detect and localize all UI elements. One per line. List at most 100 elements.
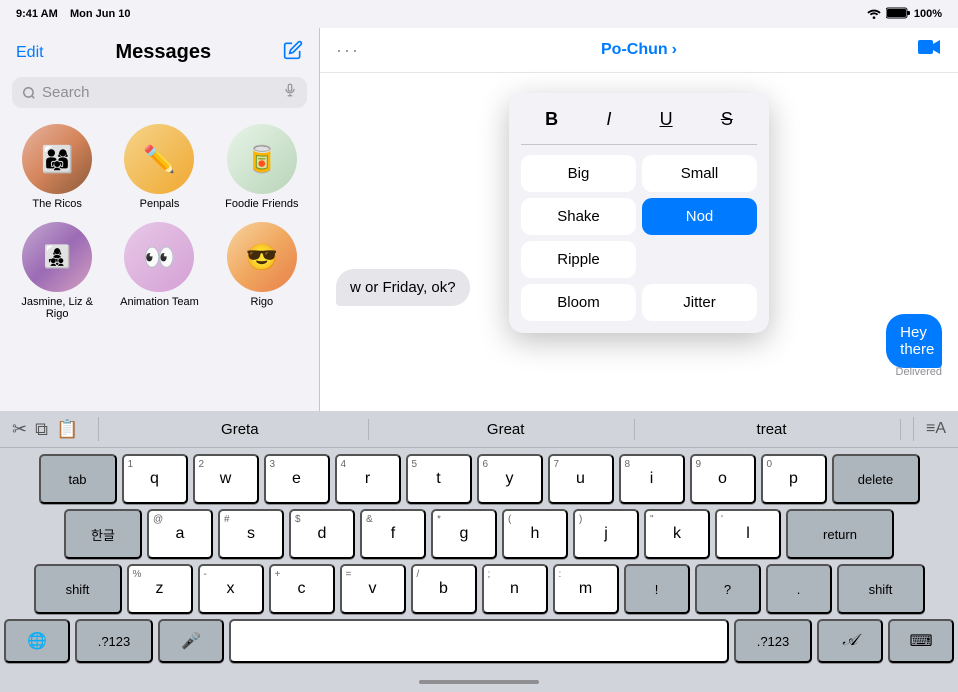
conv-name-penpals: Penpals (140, 198, 180, 210)
w-key[interactable]: 2w (193, 454, 259, 504)
num123-key[interactable]: .?123 (75, 619, 153, 663)
format-bloom-button[interactable]: Bloom (521, 284, 636, 321)
b-key[interactable]: /b (411, 564, 477, 614)
autocomplete-greta[interactable]: Greta (111, 419, 369, 440)
format-empty-button (642, 241, 757, 278)
format-text-icon[interactable]: ≡A (926, 420, 946, 438)
scribble-key[interactable]: 𝒜 (817, 619, 883, 663)
format-jitter-button[interactable]: Jitter (642, 284, 757, 321)
keyboard-row-2: 한글 @a #s $d &f *g (h )j "k 'l return (4, 509, 954, 559)
italic-icon[interactable]: I (598, 105, 619, 134)
y-key[interactable]: 6y (477, 454, 543, 504)
space-key[interactable] (229, 619, 729, 663)
cut-icon[interactable]: ✂ (12, 419, 27, 440)
question-key[interactable]: ? (695, 564, 761, 614)
avatar-foodie: 🥫 (227, 124, 297, 194)
conv-item-jasmine[interactable]: 👩‍👧‍👦 Jasmine, Liz & Rigo (12, 222, 102, 320)
battery-percent: 100% (914, 8, 942, 20)
chat-contact[interactable]: Po-Chun › (601, 41, 677, 59)
conv-item-ricos[interactable]: 👨‍👩‍👧 The Ricos (12, 124, 102, 210)
f-key[interactable]: &f (360, 509, 426, 559)
status-time: 9:41 AM Mon Jun 10 (16, 8, 131, 20)
shift-right-key[interactable]: shift (837, 564, 925, 614)
l-key[interactable]: 'l (715, 509, 781, 559)
underline-icon[interactable]: U (652, 105, 681, 134)
return-key[interactable]: return (786, 509, 894, 559)
m-key[interactable]: :m (553, 564, 619, 614)
i-key[interactable]: 8i (619, 454, 685, 504)
q-key[interactable]: 1q (122, 454, 188, 504)
video-call-icon[interactable] (918, 38, 942, 62)
z-key[interactable]: %z (127, 564, 193, 614)
k-key[interactable]: "k (644, 509, 710, 559)
n-key[interactable]: ;n (482, 564, 548, 614)
format-top-row: B I U S (521, 105, 757, 145)
tab-key[interactable]: tab (39, 454, 117, 504)
edit-button[interactable]: Edit (16, 44, 44, 62)
chat-header: ··· Po-Chun › (320, 28, 958, 73)
j-key[interactable]: )j (573, 509, 639, 559)
strikethrough-icon[interactable]: S (713, 105, 741, 134)
format-big-button[interactable]: Big (521, 155, 636, 192)
shift-left-key[interactable]: shift (34, 564, 122, 614)
paste-icon[interactable]: 📋 (56, 419, 78, 440)
keyboard-row-3: shift %z -x +c =v /b ;n :m ! ? . shift (4, 564, 954, 614)
d-key[interactable]: $d (289, 509, 355, 559)
keyboard: tab 1q 2w 3e 4r 5t 6y 7u 8i 9o 0p delete… (0, 448, 958, 672)
delete-key[interactable]: delete (832, 454, 920, 504)
format-small-button[interactable]: Small (642, 155, 757, 192)
format-popup: B I U S Big Small Shake Nod Ripple Bloom… (509, 93, 769, 333)
autocomplete-great[interactable]: Great (377, 419, 635, 440)
t-key[interactable]: 5t (406, 454, 472, 504)
conv-name-ricos: The Ricos (32, 198, 82, 210)
sidebar-header: Edit Messages (0, 28, 319, 73)
conv-grid: 👨‍👩‍👧 The Ricos ✏️ Penpals 🥫 Foodie Frie… (12, 124, 307, 320)
point123-key[interactable]: .?123 (734, 619, 812, 663)
v-key[interactable]: =v (340, 564, 406, 614)
keyboard-dismiss-key[interactable]: ⌨ (888, 619, 954, 663)
conv-item-rigo[interactable]: 😎 Rigo (217, 222, 307, 320)
search-bar[interactable]: Search (12, 77, 307, 108)
search-mic-icon[interactable] (283, 83, 297, 102)
keyboard-row-1: tab 1q 2w 3e 4r 5t 6y 7u 8i 9o 0p delete (4, 454, 954, 504)
conv-name-rigo: Rigo (251, 296, 274, 308)
format-nod-button[interactable]: Nod (642, 198, 757, 235)
o-key[interactable]: 9o (690, 454, 756, 504)
contact-name: Po-Chun (601, 41, 668, 59)
mic-key[interactable]: 🎤 (158, 619, 224, 663)
bold-icon[interactable]: B (537, 105, 566, 134)
conv-item-animation[interactable]: 👀 Animation Team (114, 222, 204, 320)
c-key[interactable]: +c (269, 564, 335, 614)
p-key[interactable]: 0p (761, 454, 827, 504)
h-key[interactable]: (h (502, 509, 568, 559)
format-ripple-button[interactable]: Ripple (521, 241, 636, 278)
conv-item-penpals[interactable]: ✏️ Penpals (114, 124, 204, 210)
r-key[interactable]: 4r (335, 454, 401, 504)
g-key[interactable]: *g (431, 509, 497, 559)
avatar-rigo: 😎 (227, 222, 297, 292)
conv-name-jasmine: Jasmine, Liz & Rigo (17, 296, 97, 320)
sidebar-title: Messages (44, 41, 283, 64)
conv-item-foodie[interactable]: 🥫 Foodie Friends (217, 124, 307, 210)
e-key[interactable]: 3e (264, 454, 330, 504)
avatar-animation: 👀 (124, 222, 194, 292)
battery-icon (886, 7, 910, 22)
x-key[interactable]: -x (198, 564, 264, 614)
period-key[interactable]: . (766, 564, 832, 614)
copy-icon[interactable]: ⧉ (35, 419, 48, 440)
autocomplete-treat[interactable]: treat (643, 419, 901, 440)
format-shake-button[interactable]: Shake (521, 198, 636, 235)
message-sent-heythere: Hey there (886, 314, 942, 368)
s-key[interactable]: #s (218, 509, 284, 559)
compose-button[interactable] (283, 40, 303, 65)
autocomplete-divider (98, 417, 99, 441)
hangle-key[interactable]: 한글 (64, 509, 142, 559)
message-delivered-status: Delivered (896, 366, 942, 378)
exclaim-key[interactable]: ! (624, 564, 690, 614)
globe-key[interactable]: 🌐 (4, 619, 70, 663)
avatar-penpals: ✏️ (124, 124, 194, 194)
a-key[interactable]: @a (147, 509, 213, 559)
u-key[interactable]: 7u (548, 454, 614, 504)
keyboard-area: ✂ ⧉ 📋 Greta Great treat ≡A tab 1q 2w 3e … (0, 411, 958, 692)
avatar-ricos: 👨‍👩‍👧 (22, 124, 92, 194)
